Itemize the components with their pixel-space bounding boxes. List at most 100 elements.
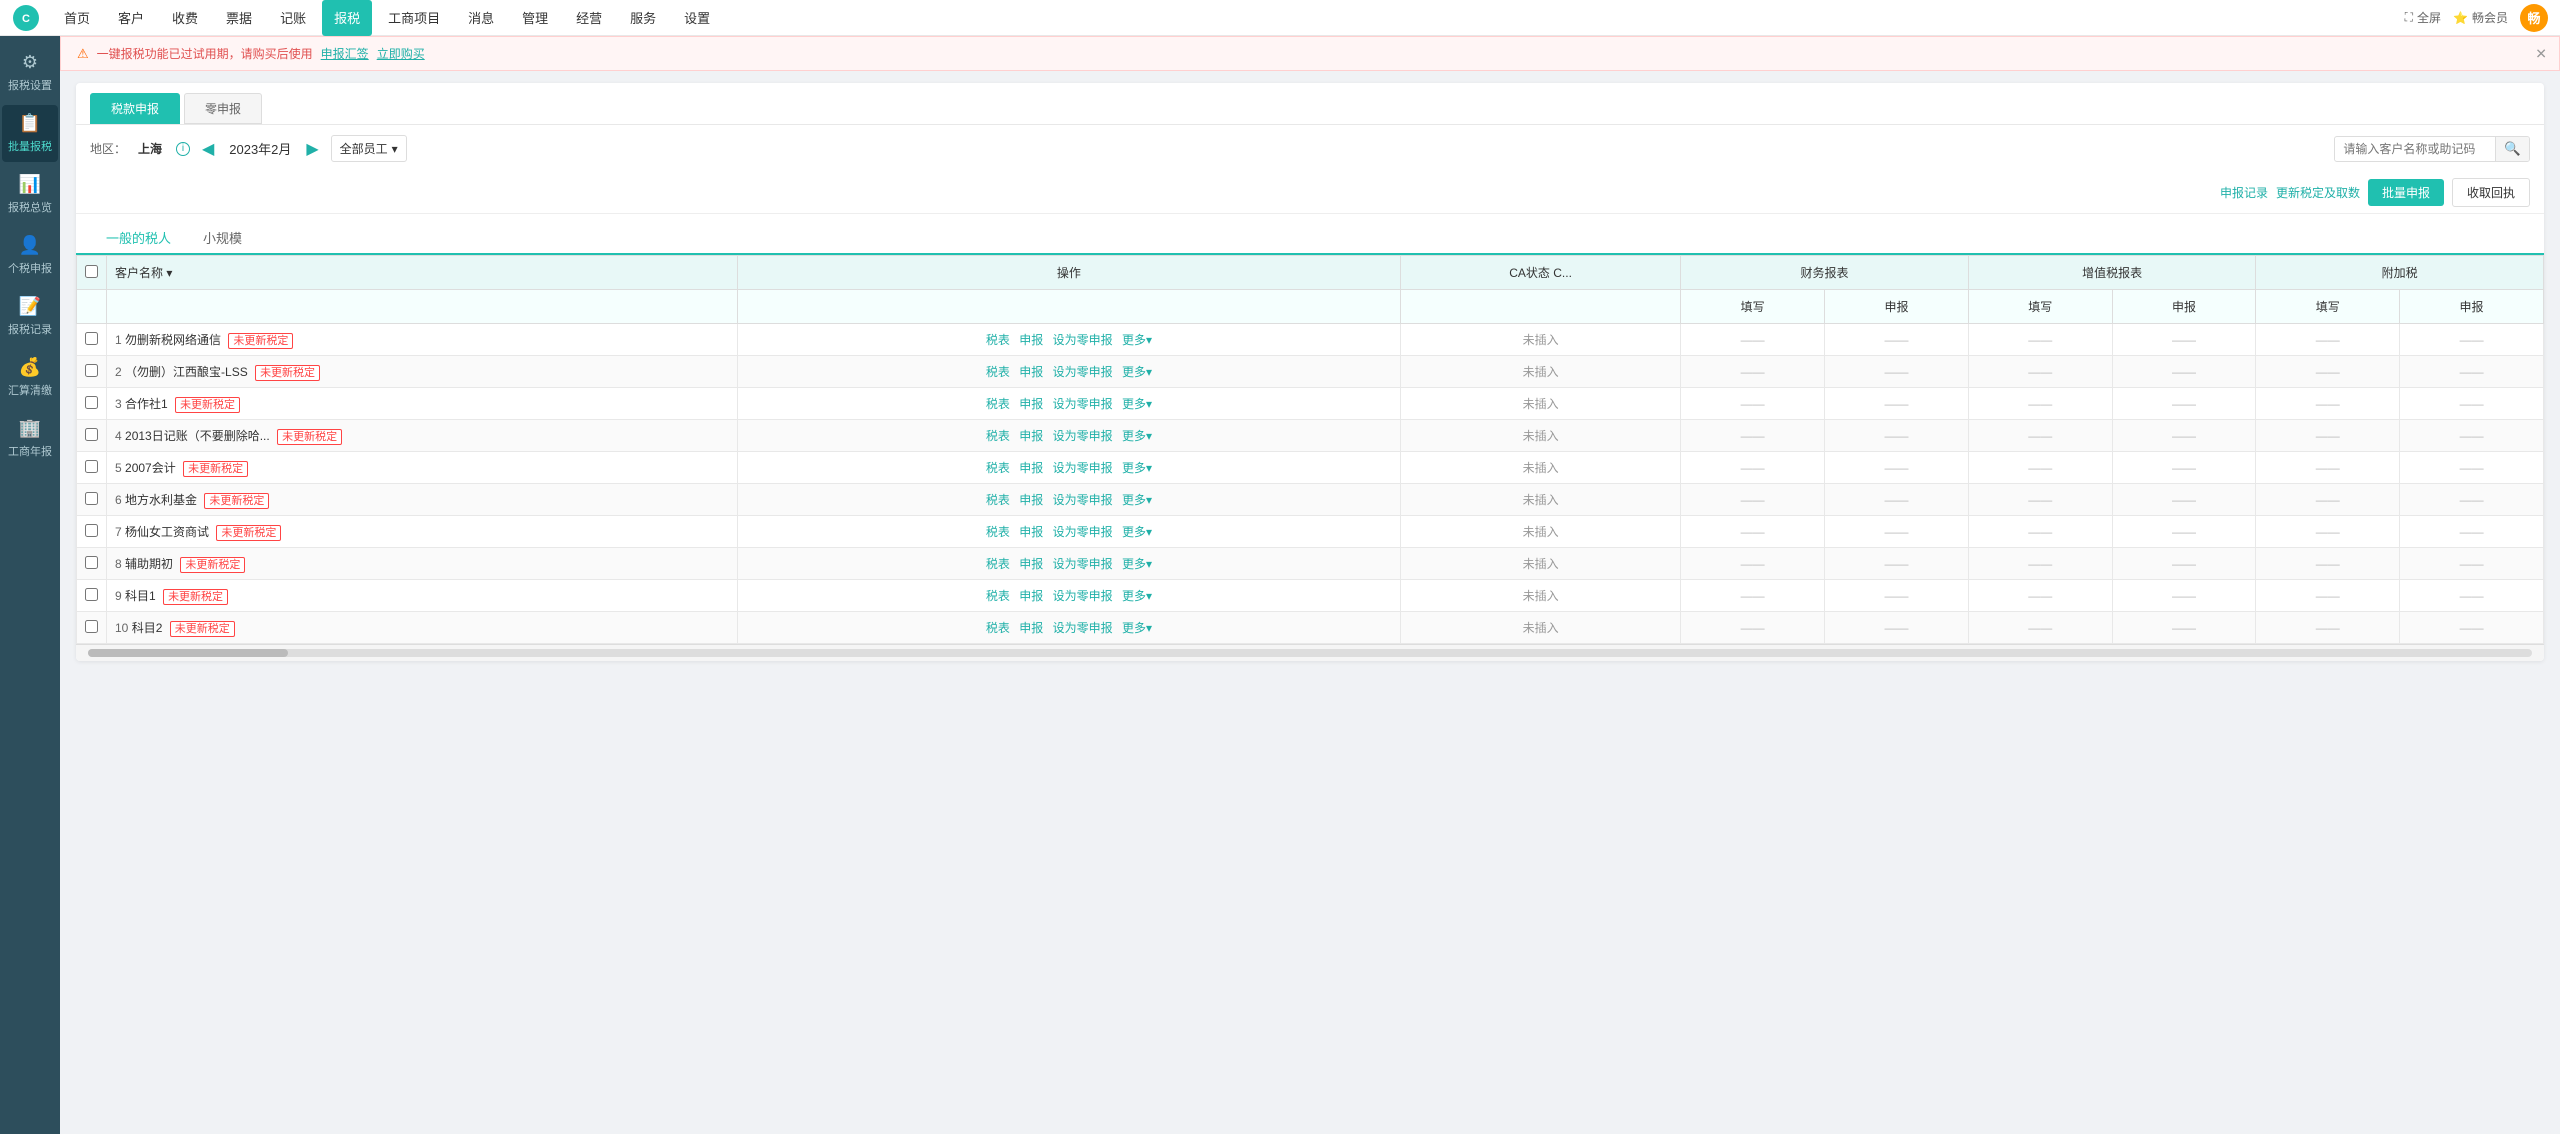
nav-tax[interactable]: 报税 bbox=[322, 0, 372, 36]
row-checkbox[interactable] bbox=[85, 460, 98, 473]
nav-industry[interactable]: 工商项目 bbox=[376, 0, 452, 36]
nav-customer[interactable]: 客户 bbox=[106, 0, 156, 36]
op-tax-form[interactable]: 税表 bbox=[986, 621, 1010, 635]
op-set-zero[interactable]: 设为零申报 bbox=[1053, 557, 1113, 571]
row-operations: 税表 申报 设为零申报 更多▾ bbox=[737, 324, 1400, 356]
banner-link-declaration[interactable]: 申报汇签 bbox=[321, 45, 369, 62]
op-declare[interactable]: 申报 bbox=[1019, 397, 1043, 411]
row-checkbox[interactable] bbox=[85, 588, 98, 601]
tab-general-taxpayer[interactable]: 一般的税人 bbox=[90, 222, 187, 255]
table-wrapper: 客户名称 ▾ 操作 CA状态 C... 财务报表 增值税报表 附加税 bbox=[76, 255, 2544, 644]
op-set-zero[interactable]: 设为零申报 bbox=[1053, 525, 1113, 539]
op-set-zero[interactable]: 设为零申报 bbox=[1053, 429, 1113, 443]
select-all-checkbox[interactable] bbox=[85, 265, 98, 278]
dept-select[interactable]: 全部员工 ▾ bbox=[331, 135, 407, 162]
op-declare[interactable]: 申报 bbox=[1019, 461, 1043, 475]
op-more[interactable]: 更多▾ bbox=[1122, 525, 1152, 539]
op-set-zero[interactable]: 设为零申报 bbox=[1053, 621, 1113, 635]
search-input[interactable] bbox=[2335, 138, 2495, 160]
op-declare[interactable]: 申报 bbox=[1019, 589, 1043, 603]
nav-operation[interactable]: 经营 bbox=[564, 0, 614, 36]
op-tax-form[interactable]: 税表 bbox=[986, 461, 1010, 475]
main-table: 客户名称 ▾ 操作 CA状态 C... 财务报表 增值税报表 附加税 bbox=[76, 255, 2544, 644]
scroll-bar-thumb[interactable] bbox=[88, 649, 288, 657]
nav-service[interactable]: 服务 bbox=[618, 0, 668, 36]
op-declare[interactable]: 申报 bbox=[1019, 429, 1043, 443]
row-checkbox[interactable] bbox=[85, 364, 98, 377]
date-next-btn[interactable]: ▶ bbox=[306, 139, 318, 159]
op-set-zero[interactable]: 设为零申报 bbox=[1053, 493, 1113, 507]
row-zj-fill: —— bbox=[2256, 452, 2400, 484]
row-checkbox[interactable] bbox=[85, 332, 98, 345]
logo[interactable]: C bbox=[12, 4, 40, 32]
op-declare[interactable]: 申报 bbox=[1019, 621, 1043, 635]
op-declare[interactable]: 申报 bbox=[1019, 365, 1043, 379]
op-tax-form[interactable]: 税表 bbox=[986, 525, 1010, 539]
op-tax-form[interactable]: 税表 bbox=[986, 589, 1010, 603]
op-declare[interactable]: 申报 bbox=[1019, 525, 1043, 539]
vip-btn[interactable]: ⭐ 畅会员 bbox=[2453, 9, 2508, 26]
banner-link-buy[interactable]: 立即购买 bbox=[377, 45, 425, 62]
row-checkbox[interactable] bbox=[85, 556, 98, 569]
batch-declare-btn[interactable]: 批量申报 bbox=[2368, 179, 2444, 206]
op-more[interactable]: 更多▾ bbox=[1122, 429, 1152, 443]
declaration-record-link[interactable]: 申报记录 bbox=[2220, 184, 2268, 201]
row-vat-fill: —— bbox=[1968, 548, 2112, 580]
row-checkbox[interactable] bbox=[85, 396, 98, 409]
op-tax-form[interactable]: 税表 bbox=[986, 557, 1010, 571]
info-icon[interactable]: i bbox=[176, 142, 190, 156]
nav-invoice[interactable]: 票据 bbox=[214, 0, 264, 36]
nav-fee[interactable]: 收费 bbox=[160, 0, 210, 36]
op-more[interactable]: 更多▾ bbox=[1122, 621, 1152, 635]
op-declare[interactable]: 申报 bbox=[1019, 333, 1043, 347]
op-declare[interactable]: 申报 bbox=[1019, 557, 1043, 571]
th-sub-empty4 bbox=[1400, 290, 1680, 324]
op-tax-form[interactable]: 税表 bbox=[986, 397, 1010, 411]
op-declare[interactable]: 申报 bbox=[1019, 493, 1043, 507]
op-more[interactable]: 更多▾ bbox=[1122, 461, 1152, 475]
sidebar-item-annual-report[interactable]: 🏢 工商年报 bbox=[2, 410, 58, 467]
sidebar-item-annual-settlement[interactable]: 💰 汇算清缴 bbox=[2, 349, 58, 406]
op-set-zero[interactable]: 设为零申报 bbox=[1053, 461, 1113, 475]
nav-message[interactable]: 消息 bbox=[456, 0, 506, 36]
tab-zero-declaration[interactable]: 零申报 bbox=[184, 93, 262, 124]
op-tax-form[interactable]: 税表 bbox=[986, 333, 1010, 347]
op-tax-form[interactable]: 税表 bbox=[986, 365, 1010, 379]
search-button[interactable]: 🔍 bbox=[2495, 137, 2529, 161]
nav-home[interactable]: 首页 bbox=[52, 0, 102, 36]
row-checkbox[interactable] bbox=[85, 428, 98, 441]
fullscreen-btn[interactable]: ⛶ 全屏 bbox=[2405, 9, 2441, 26]
op-more[interactable]: 更多▾ bbox=[1122, 589, 1152, 603]
op-set-zero[interactable]: 设为零申报 bbox=[1053, 397, 1113, 411]
op-set-zero[interactable]: 设为零申报 bbox=[1053, 365, 1113, 379]
op-more[interactable]: 更多▾ bbox=[1122, 365, 1152, 379]
avatar[interactable]: 畅 bbox=[2520, 4, 2548, 32]
row-checkbox[interactable] bbox=[85, 524, 98, 537]
row-checkbox-cell bbox=[77, 324, 107, 356]
banner-close-btn[interactable]: ✕ bbox=[2535, 45, 2547, 62]
nav-settings[interactable]: 设置 bbox=[672, 0, 722, 36]
nav-manage[interactable]: 管理 bbox=[510, 0, 560, 36]
sidebar-item-tax-overview[interactable]: 📊 报税总览 bbox=[2, 166, 58, 223]
tab-small-scale[interactable]: 小规模 bbox=[187, 222, 258, 255]
op-more[interactable]: 更多▾ bbox=[1122, 493, 1152, 507]
op-set-zero[interactable]: 设为零申报 bbox=[1053, 589, 1113, 603]
op-tax-form[interactable]: 税表 bbox=[986, 493, 1010, 507]
op-tax-form[interactable]: 税表 bbox=[986, 429, 1010, 443]
nav-bookkeeping[interactable]: 记账 bbox=[268, 0, 318, 36]
row-checkbox[interactable] bbox=[85, 492, 98, 505]
update-link[interactable]: 更新税定及取数 bbox=[2276, 184, 2360, 201]
op-more[interactable]: 更多▾ bbox=[1122, 397, 1152, 411]
sidebar-item-tax-settings[interactable]: ⚙ 报税设置 bbox=[2, 44, 58, 101]
op-more[interactable]: 更多▾ bbox=[1122, 333, 1152, 347]
sidebar-item-tax-record[interactable]: 📝 报税记录 bbox=[2, 288, 58, 345]
th-sub-empty1 bbox=[77, 290, 107, 324]
tab-tax-declaration[interactable]: 税款申报 bbox=[90, 93, 180, 124]
collect-receipt-btn[interactable]: 收取回执 bbox=[2452, 178, 2530, 207]
op-more[interactable]: 更多▾ bbox=[1122, 557, 1152, 571]
date-prev-btn[interactable]: ◀ bbox=[202, 139, 214, 159]
sidebar-item-personal-tax[interactable]: 👤 个税申报 bbox=[2, 227, 58, 284]
op-set-zero[interactable]: 设为零申报 bbox=[1053, 333, 1113, 347]
row-checkbox[interactable] bbox=[85, 620, 98, 633]
sidebar-item-batch-tax[interactable]: 📋 批量报税 bbox=[2, 105, 58, 162]
